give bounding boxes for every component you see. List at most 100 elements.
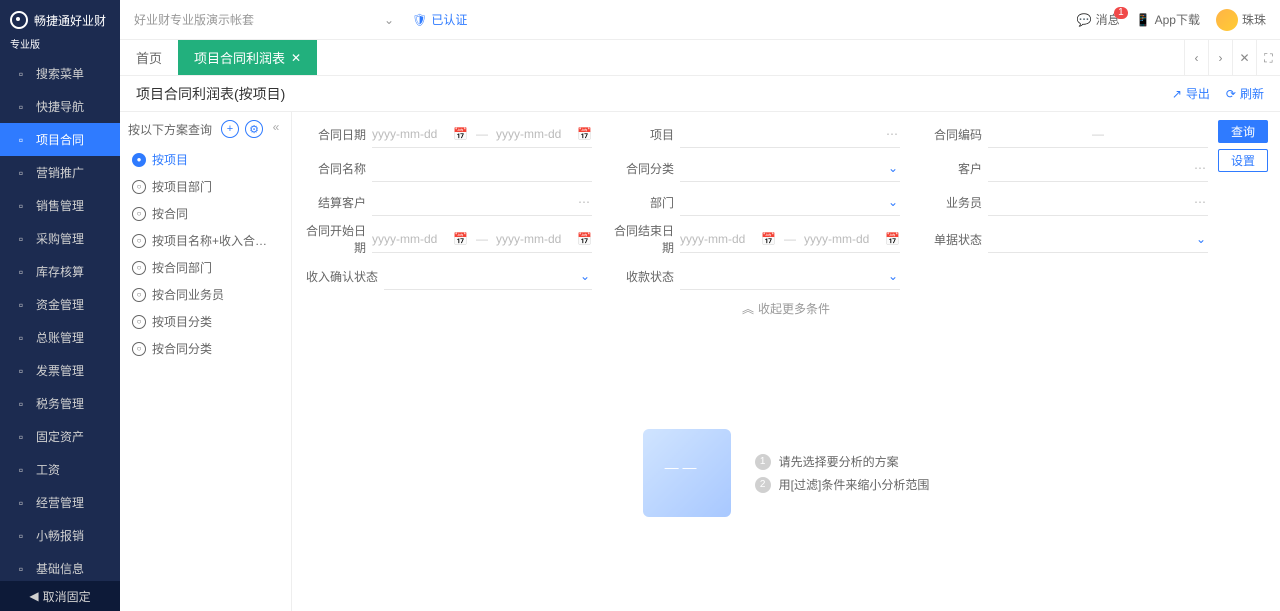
input-settle-customer[interactable]: ⋯: [372, 188, 592, 216]
scheme-item-6[interactable]: ○按项目分类: [128, 308, 283, 335]
contract-end-to[interactable]: yyyy-mm-dd: [804, 232, 885, 246]
input-contract-date[interactable]: yyyy-mm-dd 📅 — yyyy-mm-dd 📅: [372, 120, 592, 148]
chevron-down-icon[interactable]: ⌄: [888, 161, 898, 175]
collapse-filters-button[interactable]: ︽ 收起更多条件: [304, 300, 1268, 317]
date-range-sep: —: [468, 232, 496, 246]
sidebar-item-5[interactable]: ▫采购管理: [0, 222, 120, 255]
tabs-row: 首页 项目合同利润表 ✕ ‹ › ✕ ⛶: [120, 40, 1280, 76]
messages-button[interactable]: 💬 消息 1: [1077, 11, 1120, 28]
input-project[interactable]: ⋯: [680, 120, 900, 148]
tabs-next-button[interactable]: ›: [1208, 40, 1232, 76]
sidebar-item-13[interactable]: ▫经营管理: [0, 486, 120, 519]
sidebar-item-11[interactable]: ▫固定资产: [0, 420, 120, 453]
input-contract-code[interactable]: —: [988, 120, 1208, 148]
sidebar-item-8[interactable]: ▫总账管理: [0, 321, 120, 354]
box-icon: ▫: [14, 265, 28, 279]
calendar-icon[interactable]: 📅: [453, 232, 468, 246]
sidebar-item-2[interactable]: ▫项目合同: [0, 123, 120, 156]
coin-icon: ▫: [14, 298, 28, 312]
scheme-header-label: 按以下方案查询: [128, 121, 212, 138]
scheme-item-1[interactable]: ○按项目部门: [128, 173, 283, 200]
chevron-down-icon[interactable]: ⌄: [888, 195, 898, 209]
empty-dash: —: [988, 127, 1208, 141]
input-contract-start[interactable]: yyyy-mm-dd 📅 — yyyy-mm-dd 📅: [372, 225, 592, 253]
scheme-add-button[interactable]: +: [221, 120, 239, 138]
sidebar-item-9[interactable]: ▫发票管理: [0, 354, 120, 387]
calendar-icon[interactable]: 📅: [577, 232, 592, 246]
calendar-icon[interactable]: 📅: [577, 127, 592, 141]
field-contract-start: 合同开始日期 yyyy-mm-dd 📅 — yyyy-mm-dd 📅: [304, 222, 592, 256]
lookup-icon[interactable]: ⋯: [886, 127, 898, 141]
field-customer: 客户 ⋯: [920, 154, 1208, 182]
lookup-icon[interactable]: ⋯: [1194, 161, 1206, 175]
sidebar-item-12[interactable]: ▫工资: [0, 453, 120, 486]
scheme-item-3[interactable]: ○按项目名称+收入合…: [128, 227, 283, 254]
content-area: 查询 设置 合同日期 yyyy-mm-dd 📅 — yyyy-mm-dd 📅: [292, 112, 1280, 611]
scheme-item-0[interactable]: ●按项目: [128, 146, 283, 173]
app-download-button[interactable]: 📱 App下载: [1136, 11, 1200, 28]
sidebar-item-7[interactable]: ▫资金管理: [0, 288, 120, 321]
input-contract-category[interactable]: ⌄: [680, 154, 900, 182]
scheme-item-5[interactable]: ○按合同业务员: [128, 281, 283, 308]
tab-close-icon[interactable]: ✕: [291, 51, 301, 65]
contract-start-from[interactable]: yyyy-mm-dd: [372, 232, 453, 246]
input-receipt-status[interactable]: ⌄: [680, 262, 900, 290]
sidebar-item-0[interactable]: ▫搜索菜单: [0, 57, 120, 90]
scheme-item-7[interactable]: ○按合同分类: [128, 335, 283, 362]
scheme-item-icon: ○: [132, 261, 146, 275]
scheme-item-4[interactable]: ○按合同部门: [128, 254, 283, 281]
lookup-icon[interactable]: ⋯: [1194, 195, 1206, 209]
contract-date-start[interactable]: yyyy-mm-dd: [372, 127, 453, 141]
messages-badge: 1: [1114, 7, 1128, 19]
chevron-down-icon[interactable]: ⌄: [888, 269, 898, 283]
input-customer[interactable]: ⋯: [988, 154, 1208, 182]
sidebar-item-3[interactable]: ▫营销推广: [0, 156, 120, 189]
sidebar-item-1[interactable]: ▫快捷导航: [0, 90, 120, 123]
chevron-down-icon[interactable]: ⌄: [1196, 232, 1206, 246]
calendar-icon[interactable]: 📅: [761, 232, 776, 246]
tabs-close-button[interactable]: ✕: [1232, 40, 1256, 76]
sidebar-item-10[interactable]: ▫税务管理: [0, 387, 120, 420]
scheme-item-2[interactable]: ○按合同: [128, 200, 283, 227]
input-salesman[interactable]: ⋯: [988, 188, 1208, 216]
refresh-button[interactable]: ⟳ 刷新: [1226, 85, 1264, 102]
scheme-settings-button[interactable]: ⚙: [245, 120, 263, 138]
sidebar-item-6[interactable]: ▫库存核算: [0, 255, 120, 288]
tabs-prev-button[interactable]: ‹: [1184, 40, 1208, 76]
tabs-fullscreen-button[interactable]: ⛶: [1256, 40, 1280, 76]
contract-end-from[interactable]: yyyy-mm-dd: [680, 232, 761, 246]
user-menu[interactable]: 珠珠: [1216, 9, 1266, 31]
sidebar-item-14[interactable]: ▫小畅报销: [0, 519, 120, 552]
field-settle-customer: 结算客户 ⋯: [304, 188, 592, 216]
shield-icon: 🛡: [412, 13, 427, 27]
chevron-down-icon[interactable]: ⌄: [580, 269, 590, 283]
input-income-status[interactable]: ⌄: [384, 262, 592, 290]
tab-active[interactable]: 项目合同利润表 ✕: [178, 40, 317, 75]
scheme-collapse-button[interactable]: «: [269, 120, 283, 134]
sidebar-item-4[interactable]: ▫销售管理: [0, 189, 120, 222]
query-button[interactable]: 查询: [1218, 120, 1268, 143]
brand-name: 畅捷通好业财: [34, 12, 106, 29]
org-selector[interactable]: 好业财专业版演示帐套 ⌄: [134, 11, 394, 28]
input-contract-end[interactable]: yyyy-mm-dd 📅 — yyyy-mm-dd 📅: [680, 225, 900, 253]
input-contract-name[interactable]: [372, 154, 592, 182]
calendar-icon[interactable]: 📅: [885, 232, 900, 246]
verified-badge[interactable]: 🛡 已认证: [412, 11, 467, 28]
input-dept[interactable]: ⌄: [680, 188, 900, 216]
field-project: 项目 ⋯: [612, 120, 900, 148]
tab-home-label: 首页: [136, 48, 162, 67]
lookup-icon[interactable]: ⋯: [578, 195, 590, 209]
contract-date-end[interactable]: yyyy-mm-dd: [496, 127, 577, 141]
calendar-icon[interactable]: 📅: [453, 127, 468, 141]
sidebar-item-label: 工资: [36, 461, 60, 478]
input-bill-status[interactable]: ⌄: [988, 225, 1208, 253]
contract-start-to[interactable]: yyyy-mm-dd: [496, 232, 577, 246]
export-button[interactable]: ↗ 导出: [1172, 85, 1210, 102]
label-project: 项目: [612, 126, 680, 143]
sidebar: 畅捷通好业财 专业版 ▫搜索菜单▫快捷导航▫项目合同▫营销推广▫销售管理▫采购管…: [0, 0, 120, 611]
tab-home[interactable]: 首页: [120, 40, 178, 75]
sidebar-item-15[interactable]: ▫基础信息: [0, 552, 120, 581]
settings-button[interactable]: 设置: [1218, 149, 1268, 172]
sidebar-unpin[interactable]: ◀ 取消固定: [0, 581, 120, 611]
field-contract-date: 合同日期 yyyy-mm-dd 📅 — yyyy-mm-dd 📅: [304, 120, 592, 148]
